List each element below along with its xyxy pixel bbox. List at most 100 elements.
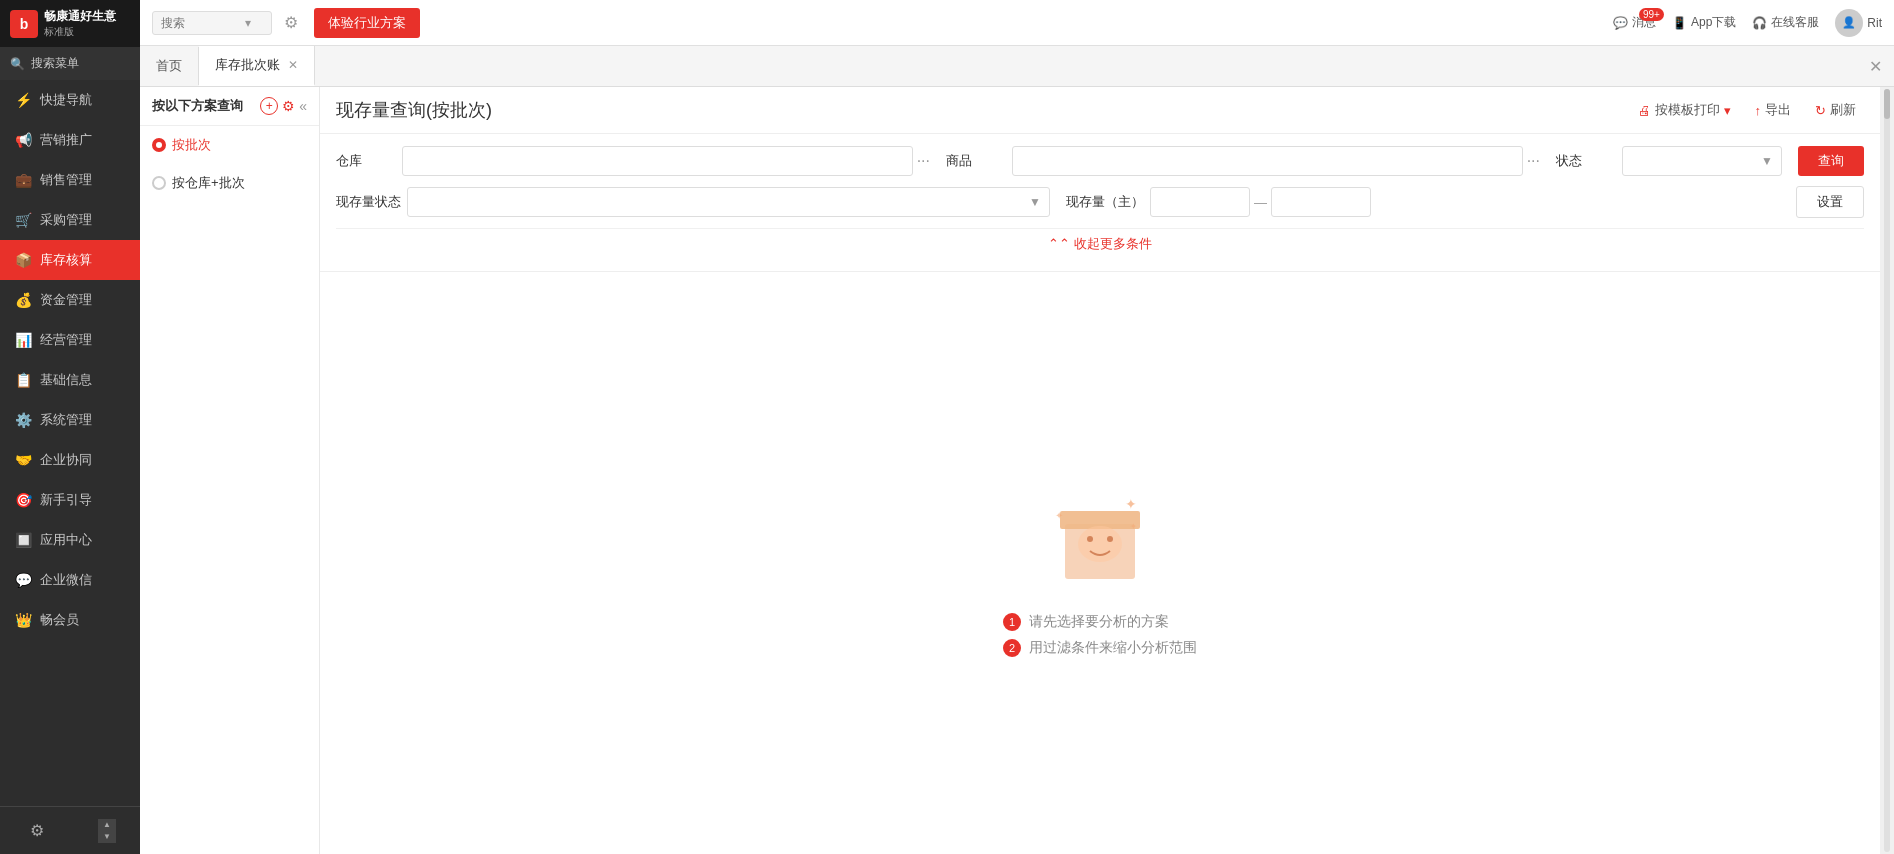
print-label: 按模板打印 <box>1655 101 1720 119</box>
export-btn[interactable]: ↑ 导出 <box>1747 97 1800 123</box>
scroll-down-btn[interactable]: ▼ <box>98 831 116 843</box>
try-industry-button[interactable]: 体验行业方案 <box>314 8 420 38</box>
messages-btn[interactable]: 💬 消息 99+ <box>1613 14 1656 31</box>
app-title-block: 畅康通好生意 标准版 <box>44 8 116 39</box>
gear-plan-icon[interactable]: ⚙ <box>282 98 295 114</box>
settings-icon[interactable]: ⚙ <box>284 13 298 32</box>
scroll-thumb <box>1884 89 1890 119</box>
top-bar: ▾ ⚙ 体验行业方案 💬 消息 99+ 📱 App下载 🎧 在线客服 👤 <box>140 0 1894 46</box>
range-separator: — <box>1254 195 1267 210</box>
phone-icon: 📱 <box>1672 16 1687 30</box>
scroll-up-btn[interactable]: ▲ <box>98 819 116 831</box>
sidebar-item-wechat[interactable]: 💬 企业微信 <box>0 560 140 600</box>
tip-text-2: 用过滤条件来缩小分析范围 <box>1029 639 1197 657</box>
search-menu-item[interactable]: 🔍 搜索菜单 <box>0 47 140 80</box>
member-icon: 👑 <box>14 611 32 629</box>
quick-nav-icon: ⚡ <box>14 91 32 109</box>
sidebar-item-inventory[interactable]: 📦 库存核算 <box>0 240 140 280</box>
app-download-label: App下载 <box>1691 14 1736 31</box>
inventory-status-label: 现存量状态 <box>336 193 401 211</box>
product-filter: 商品 ··· <box>946 146 1540 176</box>
inventory-status-arrow: ▼ <box>1029 195 1041 209</box>
top-search-box[interactable]: ▾ <box>152 11 272 35</box>
tip-text-1: 请先选择要分析的方案 <box>1029 613 1169 631</box>
close-all-tabs-btn[interactable]: ✕ <box>1857 57 1894 76</box>
sidebar-item-sales[interactable]: 💼 销售管理 <box>0 160 140 200</box>
svg-point-4 <box>1107 536 1113 542</box>
left-panel-header: 按以下方案查询 + ⚙ « <box>140 87 319 126</box>
sidebar-item-apps[interactable]: 🔲 应用中心 <box>0 520 140 560</box>
user-avatar[interactable]: 👤 Rit <box>1835 9 1882 37</box>
tab-home[interactable]: 首页 <box>140 47 199 85</box>
company-name: 畅康通好生意 <box>44 8 116 25</box>
sidebar-item-operations[interactable]: 📊 经营管理 <box>0 320 140 360</box>
sidebar-item-label: 企业微信 <box>40 571 92 589</box>
print-icon: 🖨 <box>1638 103 1651 118</box>
sidebar-item-label: 营销推广 <box>40 131 92 149</box>
refresh-btn[interactable]: ↻ 刷新 <box>1807 97 1864 123</box>
svg-point-2 <box>1078 526 1122 562</box>
sidebar-scroll-controls: ▲ ▼ <box>98 819 116 843</box>
tab-close-icon[interactable]: ✕ <box>288 58 298 72</box>
page-title: 现存量查询(按批次) <box>336 98 492 122</box>
sidebar-item-purchase[interactable]: 🛒 采购管理 <box>0 200 140 240</box>
inventory-qty-max[interactable] <box>1271 187 1371 217</box>
chevron-up-icon: ⌃⌃ <box>1048 236 1070 251</box>
status-arrow-icon: ▼ <box>1761 154 1773 168</box>
settings-button[interactable]: 设置 <box>1796 186 1864 218</box>
warehouse-dots[interactable]: ··· <box>917 152 930 170</box>
inventory-qty-min[interactable] <box>1150 187 1250 217</box>
sidebar-item-basic[interactable]: 📋 基础信息 <box>0 360 140 400</box>
top-search-input[interactable] <box>161 16 241 30</box>
sidebar-item-quick-nav[interactable]: ⚡ 快捷导航 <box>0 80 140 120</box>
system-icon: ⚙️ <box>14 411 32 429</box>
sidebar-item-label: 应用中心 <box>40 531 92 549</box>
messages-badge: 99+ <box>1639 8 1664 21</box>
inventory-icon: 📦 <box>14 251 32 269</box>
add-plan-btn[interactable]: + <box>260 97 278 115</box>
sidebar-item-system[interactable]: ⚙️ 系统管理 <box>0 400 140 440</box>
product-dots[interactable]: ··· <box>1527 152 1540 170</box>
sidebar-item-finance[interactable]: 💰 资金管理 <box>0 280 140 320</box>
collapse-panel-icon[interactable]: « <box>299 98 307 114</box>
inventory-status-select[interactable]: ▼ <box>407 187 1050 217</box>
sidebar-item-enterprise[interactable]: 🤝 企业协同 <box>0 440 140 480</box>
sidebar-item-member[interactable]: 👑 畅会员 <box>0 600 140 640</box>
app-download-btn[interactable]: 📱 App下载 <box>1672 14 1736 31</box>
empty-state: ✦ ✦ ✦ 1 请先选择要分析的方案 2 用过滤条件来缩小分析范围 <box>320 272 1880 854</box>
tab-inventory-batch[interactable]: 库存批次账 ✕ <box>199 46 315 86</box>
newbie-icon: 🎯 <box>14 491 32 509</box>
filter-row-1: 仓库 ··· 商品 ··· 状态 <box>336 146 1864 176</box>
plan-item-batch[interactable]: 按批次 <box>140 126 319 164</box>
content-area: 按以下方案查询 + ⚙ « 按批次 按仓库+批次 <box>140 87 1894 854</box>
right-panel: 现存量查询(按批次) 🖨 按模板打印 ▾ ↑ 导出 ↻ 刷新 <box>320 87 1880 854</box>
online-service-btn[interactable]: 🎧 在线客服 <box>1752 14 1819 31</box>
collapse-more-btn[interactable]: ⌃⌃ 收起更多条件 <box>336 228 1864 259</box>
svg-text:✦: ✦ <box>1055 510 1063 521</box>
print-dropdown-icon[interactable]: ▾ <box>1724 103 1731 118</box>
warehouse-select[interactable] <box>402 146 913 176</box>
status-select[interactable]: ▼ <box>1622 146 1782 176</box>
settings-bottom-icon[interactable]: ⚙ <box>24 815 50 846</box>
collapse-label: 收起更多条件 <box>1074 236 1152 251</box>
filter-row-2: 现存量状态 ▼ 现存量（主） — 设 <box>336 186 1864 218</box>
sidebar-item-marketing[interactable]: 📢 营销推广 <box>0 120 140 160</box>
sidebar-item-label: 新手引导 <box>40 491 92 509</box>
export-label: 导出 <box>1765 101 1791 119</box>
sidebar-item-newbie[interactable]: 🎯 新手引导 <box>0 480 140 520</box>
empty-tip-1: 1 请先选择要分析的方案 <box>1003 613 1169 631</box>
inventory-qty-filter: 现存量（主） — <box>1066 187 1780 217</box>
export-icon: ↑ <box>1755 103 1762 118</box>
finance-icon: 💰 <box>14 291 32 309</box>
product-select[interactable] <box>1012 146 1523 176</box>
print-template-btn[interactable]: 🖨 按模板打印 ▾ <box>1630 97 1739 123</box>
search-dropdown-icon[interactable]: ▾ <box>245 16 251 30</box>
product-label: 商品 <box>946 152 1006 170</box>
right-scrollbar[interactable] <box>1880 87 1894 854</box>
plan-item-warehouse-batch[interactable]: 按仓库+批次 <box>140 164 319 202</box>
inventory-status-filter: 现存量状态 ▼ <box>336 187 1050 217</box>
query-button[interactable]: 查询 <box>1798 146 1864 176</box>
marketing-icon: 📢 <box>14 131 32 149</box>
sidebar-nav: ⚡ 快捷导航 📢 营销推广 💼 销售管理 🛒 采购管理 📦 库存核算 💰 资金管… <box>0 80 140 806</box>
sidebar-item-label: 基础信息 <box>40 371 92 389</box>
